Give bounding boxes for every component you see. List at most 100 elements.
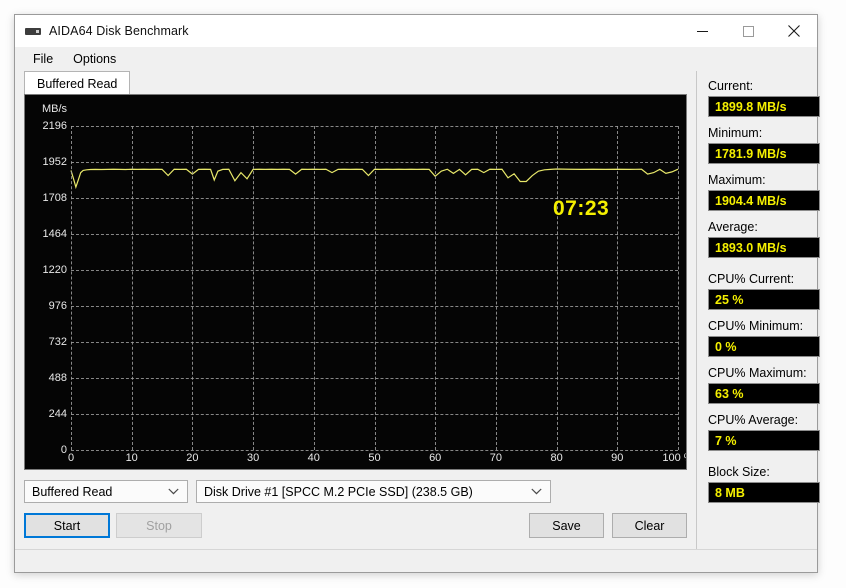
tab-label: Buffered Read <box>37 76 118 91</box>
menu-bar: File Options <box>15 47 817 71</box>
y-tick-label: 1464 <box>42 228 67 240</box>
stat-value: 63 % <box>708 383 820 404</box>
maximize-button[interactable] <box>725 15 771 47</box>
stat-group: CPU% Maximum: 63 % <box>708 366 820 404</box>
y-tick-label: 2196 <box>42 120 67 132</box>
test-mode-value: Buffered Read <box>32 484 113 499</box>
clear-button[interactable]: Clear <box>612 513 687 538</box>
gridline-vertical <box>678 126 679 450</box>
stat-value: 1899.8 MB/s <box>708 96 820 117</box>
elapsed-timer: 07:23 <box>553 197 610 220</box>
stat-group: CPU% Minimum: 0 % <box>708 319 820 357</box>
tab-strip: Buffered Read <box>24 71 696 95</box>
stat-group: Current: 1899.8 MB/s <box>708 79 820 117</box>
stat-group: Maximum: 1904.4 MB/s <box>708 173 820 211</box>
stat-label: CPU% Maximum: <box>708 366 807 380</box>
chevron-down-icon <box>168 481 179 502</box>
y-tick-label: 244 <box>48 408 67 420</box>
x-tick-label: 50 <box>368 452 381 464</box>
gridline-vertical <box>313 126 315 450</box>
gridline-vertical <box>556 126 558 450</box>
y-tick-label: 1952 <box>42 156 67 168</box>
statistics-panel: Current: 1899.8 MB/s Minimum: 1781.9 MB/s Ma… <box>696 71 820 549</box>
y-tick-label: 732 <box>48 336 67 348</box>
stat-label: Current: <box>708 79 754 93</box>
stat-label: Minimum: <box>708 126 763 140</box>
stat-value: 0 % <box>708 336 820 357</box>
benchmark-pane: Buffered Read MB/s 0 244 488 732 976 1220 1464… <box>15 71 696 549</box>
maximize-icon <box>742 25 754 37</box>
stat-value: 1904.4 MB/s <box>708 190 820 211</box>
plot-area <box>71 126 679 451</box>
gridline-vertical <box>374 126 376 450</box>
stat-group: Minimum: 1781.9 MB/s <box>708 126 820 164</box>
x-tick-label: 80 <box>550 452 563 464</box>
y-tick-label: 1220 <box>42 264 67 276</box>
x-tick-label: 90 <box>611 452 624 464</box>
start-button[interactable]: Start <box>24 513 110 538</box>
stat-group: Average: 1893.0 MB/s <box>708 220 820 258</box>
tab-buffered-read[interactable]: Buffered Read <box>24 71 131 95</box>
gridline-vertical <box>71 126 72 450</box>
gridline-vertical <box>253 126 255 450</box>
y-tick-label: 488 <box>48 372 67 384</box>
gridline-vertical <box>435 126 437 450</box>
stat-label: CPU% Current: <box>708 272 795 286</box>
stat-value: 7 % <box>708 430 820 451</box>
stat-label: Block Size: <box>708 465 770 479</box>
status-bar <box>15 549 817 572</box>
aida64-disk-benchmark-window: AIDA64 Disk Benchmark File Options Buffe… <box>14 14 820 573</box>
minimize-icon <box>696 30 708 32</box>
x-axis-labels: 0 10 20 30 40 50 60 70 80 90 100 % <box>67 452 686 469</box>
x-tick-label: 60 <box>429 452 442 464</box>
stat-value: 8 MB <box>708 482 820 503</box>
menu-options[interactable]: Options <box>63 50 126 69</box>
gridline-horizontal <box>71 450 678 451</box>
chart-container: MB/s 0 244 488 732 976 1220 1464 1708 1952 2196 0… <box>24 94 687 470</box>
test-mode-select[interactable]: Buffered Read <box>24 480 188 503</box>
close-button[interactable] <box>771 15 817 47</box>
y-tick-label: 976 <box>48 300 67 312</box>
save-button[interactable]: Save <box>529 513 604 538</box>
stat-value: 1893.0 MB/s <box>708 237 820 258</box>
x-tick-label: 10 <box>125 452 138 464</box>
close-icon <box>788 25 800 37</box>
title-bar: AIDA64 Disk Benchmark <box>15 15 817 47</box>
chevron-down-icon <box>531 481 542 502</box>
stat-group: Block Size: 8 MB <box>708 465 820 503</box>
window-body: Buffered Read MB/s 0 244 488 732 976 1220 1464… <box>15 71 820 549</box>
stat-group: CPU% Average: 7 % <box>708 413 820 451</box>
disk-drive-icon <box>25 23 41 39</box>
x-tick-label: 0 <box>67 452 75 464</box>
window-title: AIDA64 Disk Benchmark <box>49 24 189 38</box>
y-axis-labels: 0 244 488 732 976 1220 1464 1708 1952 2196 <box>25 120 67 456</box>
stat-label: CPU% Average: <box>708 413 799 427</box>
y-tick-label: 0 <box>60 444 67 456</box>
gridline-vertical <box>495 126 497 450</box>
disk-drive-value: Disk Drive #1 [SPCC M.2 PCIe SSD] (238.5… <box>204 484 473 499</box>
stat-value: 1781.9 MB/s <box>708 143 820 164</box>
menu-file[interactable]: File <box>23 50 63 69</box>
benchmark-controls: Buffered Read Disk Drive #1 [SPCC M.2 PC… <box>24 480 687 538</box>
x-tick-label: 30 <box>246 452 260 464</box>
benchmark-chart: MB/s 0 244 488 732 976 1220 1464 1708 1952 2196 0… <box>24 94 687 470</box>
stat-group: CPU% Current: 25 % <box>708 272 820 310</box>
y-tick-label: 1708 <box>42 192 67 204</box>
stat-label: Maximum: <box>708 173 766 187</box>
minimize-button[interactable] <box>679 15 725 47</box>
gridline-vertical <box>131 126 133 450</box>
stat-value: 25 % <box>708 289 820 310</box>
selector-row: Buffered Read Disk Drive #1 [SPCC M.2 PC… <box>24 480 687 503</box>
screen: AIDA64 Disk Benchmark File Options Buffe… <box>0 0 846 588</box>
x-tick-label: 40 <box>307 452 320 464</box>
stat-label: CPU% Minimum: <box>708 319 804 333</box>
x-tick-label: 70 <box>489 452 503 464</box>
stat-label: Average: <box>708 220 758 234</box>
gridline-vertical <box>617 126 619 450</box>
gridline-vertical <box>192 126 194 450</box>
x-tick-label: 100 % <box>662 452 686 464</box>
disk-drive-select[interactable]: Disk Drive #1 [SPCC M.2 PCIe SSD] (238.5… <box>196 480 551 503</box>
x-tick-label: 20 <box>186 452 199 464</box>
y-axis-unit: MB/s <box>41 103 67 115</box>
stop-button: Stop <box>116 513 202 538</box>
